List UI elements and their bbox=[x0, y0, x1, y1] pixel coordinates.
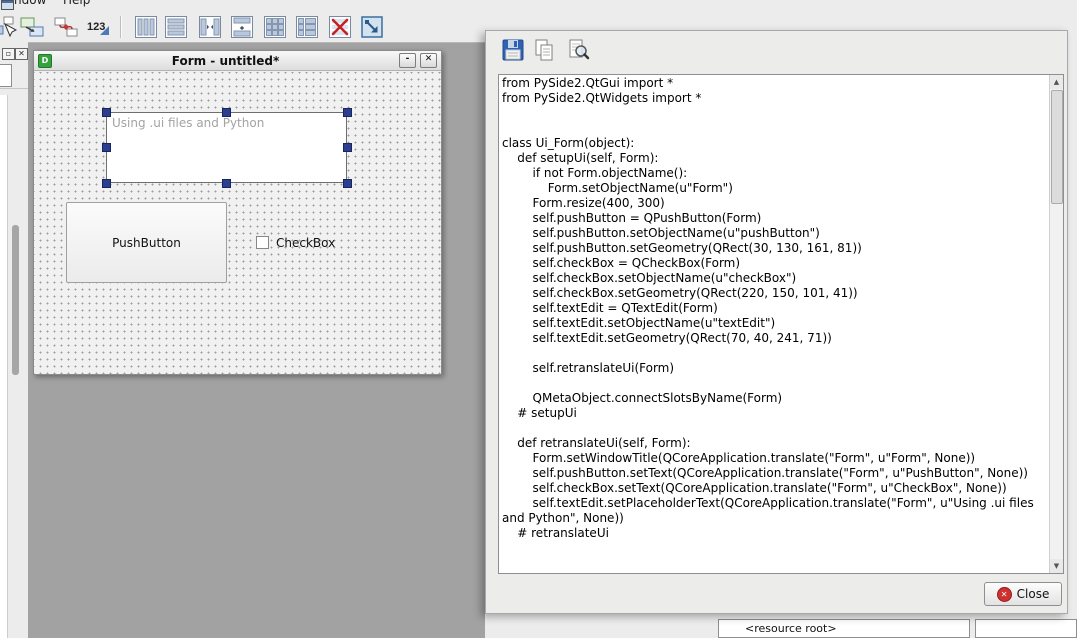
scroll-down-icon[interactable]: ▼ bbox=[1050, 559, 1063, 573]
layout-form-icon bbox=[294, 14, 320, 40]
panel-divider bbox=[0, 88, 28, 89]
adjust-size-button[interactable] bbox=[358, 13, 384, 39]
edit-widgets-icon bbox=[0, 14, 17, 40]
close-dialog-icon: ✕ bbox=[997, 587, 1012, 602]
edit-buddies-icon bbox=[53, 14, 79, 40]
layout-grid-icon bbox=[262, 14, 288, 40]
resource-tree[interactable]: <resource root> bbox=[718, 619, 970, 638]
svg-text:123: 123 bbox=[87, 21, 105, 33]
edit-signals-slots-button[interactable] bbox=[18, 13, 44, 39]
selection-handle-middle-left[interactable] bbox=[102, 143, 111, 152]
save-button[interactable] bbox=[500, 37, 526, 63]
splitter-vertical-icon bbox=[229, 14, 255, 40]
selection-handle-top-middle[interactable] bbox=[222, 108, 231, 117]
menu-help[interactable]: Help bbox=[63, 0, 90, 7]
splitter-horizontal-icon bbox=[197, 14, 223, 40]
layout-horizontal-icon bbox=[133, 14, 159, 40]
edit-signals-slots-icon bbox=[19, 14, 45, 40]
selection-handle-top-left[interactable] bbox=[102, 108, 111, 117]
layout-horizontal-button[interactable] bbox=[132, 13, 158, 39]
form-editor-window: D Form - untitled* - ✕ Using .ui files a… bbox=[33, 50, 442, 375]
form-window-title: Form - untitled* bbox=[56, 54, 395, 68]
textedit-placeholder: Using .ui files and Python bbox=[112, 116, 264, 130]
form-window-titlebar[interactable]: D Form - untitled* - ✕ bbox=[34, 51, 441, 71]
splitter-horizontal-button[interactable] bbox=[196, 13, 222, 39]
code-vertical-scrollbar[interactable]: ▲ ▼ bbox=[1049, 75, 1063, 573]
find-button[interactable] bbox=[566, 37, 592, 63]
layout-grid-button[interactable] bbox=[261, 13, 287, 39]
close-button[interactable]: ✕ Close bbox=[984, 582, 1062, 606]
resource-root-item[interactable]: <resource root> bbox=[745, 622, 837, 635]
checkbox-label: CheckBox bbox=[276, 236, 335, 250]
selection-handle-bottom-right[interactable] bbox=[343, 179, 352, 188]
edit-tab-order-button[interactable]: 123 bbox=[84, 13, 110, 39]
scrollbar-thumb[interactable] bbox=[1051, 90, 1063, 204]
selection-handle-bottom-middle[interactable] bbox=[222, 179, 231, 188]
form-canvas[interactable]: Using .ui files and Python PushButton Ch… bbox=[34, 72, 441, 374]
checkbox-widget[interactable]: CheckBox bbox=[256, 222, 357, 263]
scroll-up-icon[interactable]: ▲ bbox=[1050, 75, 1063, 89]
pushbutton-widget[interactable]: PushButton bbox=[66, 202, 227, 283]
designer-form-icon: D bbox=[38, 54, 52, 68]
close-window-button[interactable]: ✕ bbox=[420, 53, 437, 68]
widget-box-panel: ▫ ✕ bbox=[0, 42, 28, 638]
resource-file-list[interactable] bbox=[975, 619, 1077, 638]
break-layout-icon bbox=[327, 14, 353, 40]
textedit-widget[interactable]: Using .ui files and Python bbox=[106, 112, 347, 183]
selection-handle-bottom-left[interactable] bbox=[102, 179, 111, 188]
splitter-vertical-button[interactable] bbox=[228, 13, 254, 39]
layout-vertical-icon bbox=[163, 14, 189, 40]
qt-designer-window: ndow Help bbox=[0, 0, 1077, 638]
layout-vertical-button[interactable] bbox=[162, 13, 188, 39]
toolbar-separator bbox=[120, 16, 122, 38]
edit-widgets-button[interactable] bbox=[0, 13, 16, 39]
code-view[interactable]: from PySide2.QtGui import * from PySide2… bbox=[498, 74, 1064, 574]
layout-form-button[interactable] bbox=[293, 13, 319, 39]
sidebar-scrollbar[interactable] bbox=[12, 225, 19, 375]
menu-window[interactable]: ndow bbox=[14, 0, 46, 7]
find-icon bbox=[566, 37, 592, 63]
edit-buddies-button[interactable] bbox=[52, 13, 78, 39]
checkbox-indicator[interactable] bbox=[256, 236, 269, 249]
selection-handle-middle-right[interactable] bbox=[343, 143, 352, 152]
copy-icon bbox=[532, 37, 558, 63]
code-preview-dialog: from PySide2.QtGui import * from PySide2… bbox=[485, 30, 1068, 614]
close-button-label: Close bbox=[1017, 587, 1050, 601]
break-layout-button[interactable] bbox=[326, 13, 352, 39]
minimize-button[interactable]: - bbox=[399, 53, 416, 68]
dock-close-icon[interactable]: ✕ bbox=[15, 48, 28, 60]
adjust-size-icon bbox=[359, 14, 385, 40]
widget-filter-input[interactable] bbox=[0, 64, 12, 87]
edit-tab-order-icon: 123 bbox=[85, 14, 111, 40]
main-toolbar: 123 bbox=[0, 8, 485, 44]
copy-button[interactable] bbox=[532, 37, 558, 63]
save-icon bbox=[500, 37, 526, 63]
dock-float-icon[interactable]: ▫ bbox=[2, 48, 15, 60]
selection-handle-top-right[interactable] bbox=[343, 108, 352, 117]
widget-list[interactable] bbox=[0, 95, 8, 638]
code-text: from PySide2.QtGui import * from PySide2… bbox=[499, 75, 1049, 573]
